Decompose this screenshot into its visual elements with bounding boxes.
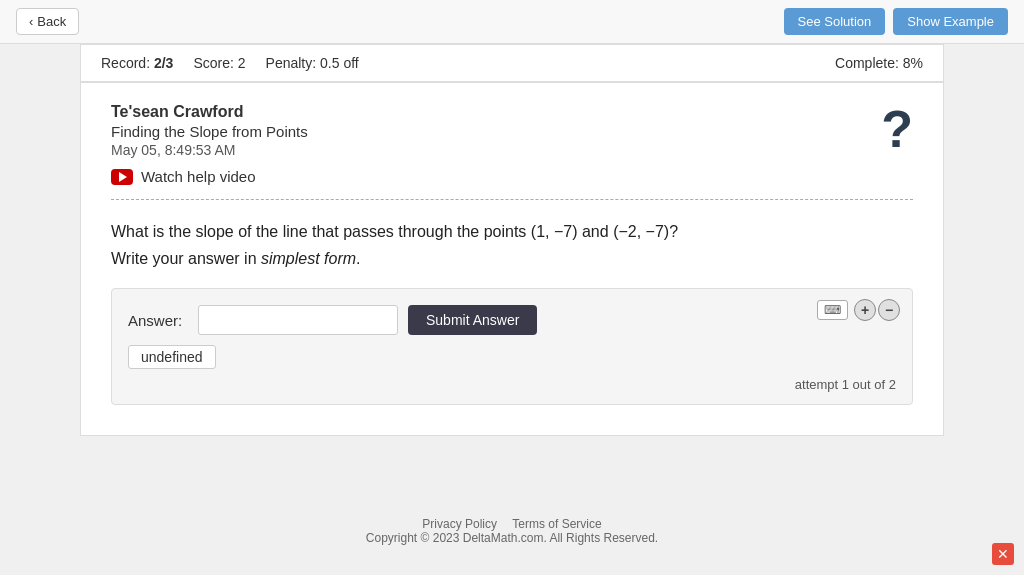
question-mark-icon: ? bbox=[881, 103, 913, 155]
youtube-icon bbox=[111, 169, 133, 185]
close-button[interactable]: ✕ bbox=[992, 543, 1014, 565]
penalty-label: Penalty: bbox=[266, 55, 317, 71]
watch-video-label: Watch help video bbox=[141, 168, 256, 185]
problem-question-mark: ? bbox=[669, 223, 678, 240]
problem-text-before: What is the slope of the line that passe… bbox=[111, 223, 526, 240]
watch-video-link[interactable]: Watch help video bbox=[111, 168, 913, 185]
record-value: 2/3 bbox=[154, 55, 173, 71]
attempt-text: attempt 1 out of 2 bbox=[128, 377, 896, 392]
stats-left: Record: 2/3 Score: 2 Penalty: 0.5 off bbox=[101, 55, 359, 71]
zoom-in-button[interactable]: + bbox=[854, 299, 876, 321]
top-bar: ‹ Back See Solution Show Example bbox=[0, 0, 1024, 44]
write-label: Write your answer in bbox=[111, 250, 257, 267]
footer: Privacy Policy Terms of Service Copyrigh… bbox=[0, 497, 1024, 565]
zoom-controls: + − bbox=[854, 299, 900, 321]
terms-of-service-link[interactable]: Terms of Service bbox=[512, 517, 601, 531]
answer-area: ⌨ + − Answer: Submit Answer undefined at… bbox=[111, 288, 913, 405]
footer-links: Privacy Policy Terms of Service bbox=[20, 517, 1004, 531]
back-button[interactable]: ‹ Back bbox=[16, 8, 79, 35]
score-stat: Score: 2 bbox=[193, 55, 245, 71]
stats-right: Complete: 8% bbox=[835, 55, 923, 71]
privacy-policy-link[interactable]: Privacy Policy bbox=[422, 517, 497, 531]
penalty-value: 0.5 off bbox=[320, 55, 359, 71]
see-solution-button[interactable]: See Solution bbox=[784, 8, 886, 35]
period: . bbox=[356, 250, 360, 267]
score-value: 2 bbox=[238, 55, 246, 71]
complete-stat: Complete: 8% bbox=[835, 55, 923, 71]
problem-date: May 05, 8:49:53 AM bbox=[111, 142, 913, 158]
student-name: Te'sean Crawford bbox=[111, 103, 913, 121]
section-divider bbox=[111, 199, 913, 200]
submit-answer-button[interactable]: Submit Answer bbox=[408, 305, 537, 335]
complete-label: Complete: bbox=[835, 55, 899, 71]
record-stat: Record: 2/3 bbox=[101, 55, 173, 71]
zoom-out-button[interactable]: − bbox=[878, 299, 900, 321]
point1: (1, −7) bbox=[531, 223, 582, 240]
problem-text: What is the slope of the line that passe… bbox=[111, 218, 913, 272]
simplest-form-label: simplest form bbox=[261, 250, 356, 267]
show-example-button[interactable]: Show Example bbox=[893, 8, 1008, 35]
main-card: ? Te'sean Crawford Finding the Slope fro… bbox=[80, 82, 944, 436]
answer-input[interactable] bbox=[198, 305, 398, 335]
top-bar-left: ‹ Back bbox=[16, 8, 79, 35]
back-label: Back bbox=[37, 14, 66, 29]
answer-toolbar: ⌨ + − bbox=[817, 299, 900, 321]
problem-conjunction: and bbox=[582, 223, 609, 240]
keyboard-button[interactable]: ⌨ bbox=[817, 300, 848, 320]
stats-bar: Record: 2/3 Score: 2 Penalty: 0.5 off Co… bbox=[80, 44, 944, 82]
close-icon: ✕ bbox=[997, 546, 1009, 562]
top-bar-right: See Solution Show Example bbox=[784, 8, 1008, 35]
answer-label: Answer: bbox=[128, 312, 188, 329]
undefined-badge: undefined bbox=[128, 345, 216, 369]
point2: (−2, −7) bbox=[613, 223, 669, 240]
penalty-stat: Penalty: 0.5 off bbox=[266, 55, 359, 71]
copyright-text: Copyright © 2023 DeltaMath.com. All Righ… bbox=[20, 531, 1004, 545]
record-label: Record: bbox=[101, 55, 150, 71]
answer-row: Answer: Submit Answer bbox=[128, 305, 896, 335]
score-label: Score: bbox=[193, 55, 233, 71]
problem-title: Finding the Slope from Points bbox=[111, 123, 913, 140]
complete-value: 8% bbox=[903, 55, 923, 71]
